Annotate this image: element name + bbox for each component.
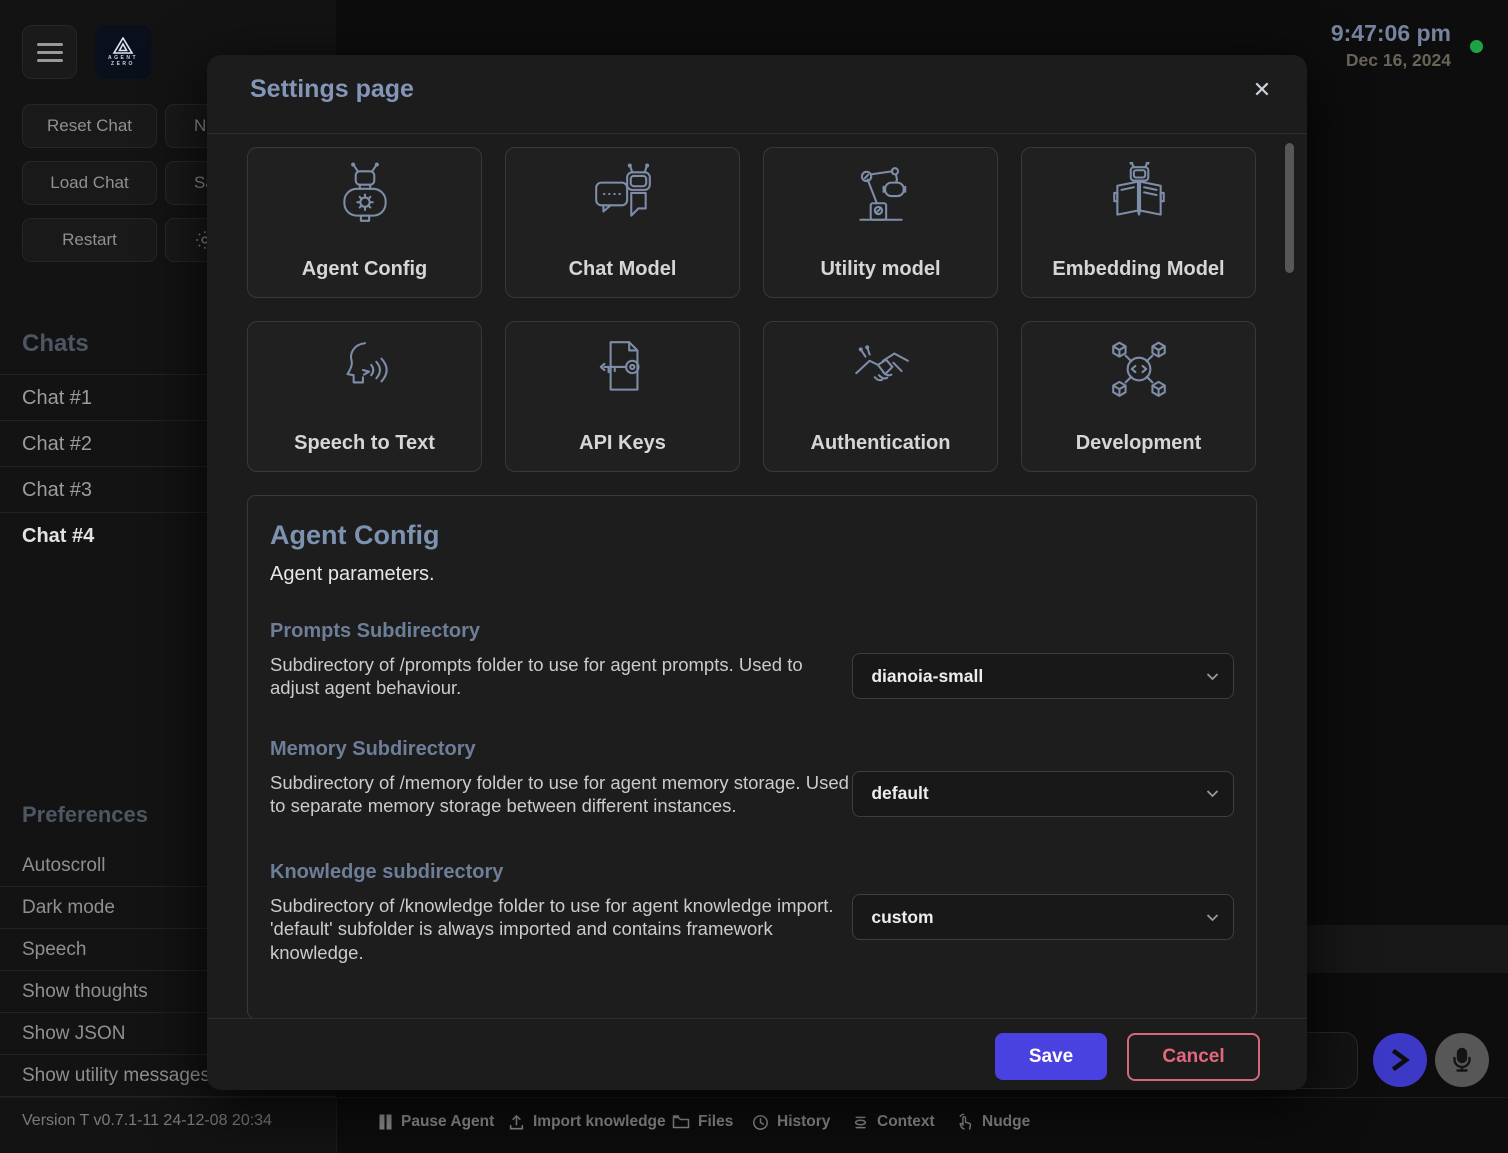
section-subtitle: Agent parameters.: [270, 563, 1234, 586]
card-chat-model[interactable]: Chat Model: [505, 147, 740, 298]
load-chat-button[interactable]: Load Chat: [22, 161, 157, 205]
development-icon: [1106, 336, 1172, 402]
card-utility-model[interactable]: Utility model: [763, 147, 998, 298]
clock-date: Dec 16, 2024: [1331, 50, 1451, 71]
modal-title: Settings page: [250, 75, 414, 104]
field-description: Subdirectory of /memory folder to use fo…: [270, 771, 852, 818]
card-label: Chat Model: [569, 258, 677, 281]
agent-config-section: Agent Config Agent parameters. Prompts S…: [247, 495, 1257, 1019]
prompts-subdirectory-select[interactable]: dianoia-small: [852, 653, 1234, 699]
reset-chat-button[interactable]: Reset Chat: [22, 104, 157, 148]
pause-icon: [378, 1114, 393, 1130]
field-prompts-subdirectory: Prompts Subdirectory Subdirectory of /pr…: [270, 620, 1234, 700]
hamburger-menu-button[interactable]: [22, 25, 77, 79]
pause-agent-button[interactable]: Pause Agent: [378, 1110, 494, 1134]
save-button[interactable]: Save: [995, 1033, 1107, 1080]
clock-time: 9:47:06 pm: [1331, 20, 1451, 47]
card-label: API Keys: [579, 432, 666, 455]
card-label: Speech to Text: [294, 432, 435, 455]
card-embedding-model[interactable]: Embedding Model: [1021, 147, 1256, 298]
files-button[interactable]: Files: [672, 1110, 733, 1134]
card-api-keys[interactable]: API Keys: [505, 321, 740, 472]
upload-icon: [508, 1114, 525, 1131]
memory-subdirectory-select[interactable]: default: [852, 771, 1234, 817]
folder-icon: [672, 1114, 690, 1130]
agent-zero-logo: AGENT ZERO: [95, 25, 151, 79]
card-label: Embedding Model: [1052, 258, 1224, 281]
import-knowledge-button[interactable]: Import knowledge: [508, 1110, 666, 1134]
chat-model-icon: [590, 162, 656, 228]
chats-header: Chats: [22, 330, 89, 358]
card-label: Development: [1076, 432, 1202, 455]
version-label: Version T v0.7.1-11 24-12-08 20:34: [22, 1112, 272, 1130]
field-knowledge-subdirectory: Knowledge subdirectory Subdirectory of /…: [270, 861, 1234, 964]
field-description: Subdirectory of /knowledge folder to use…: [270, 894, 852, 964]
authentication-icon: [848, 336, 914, 402]
field-memory-subdirectory: Memory Subdirectory Subdirectory of /mem…: [270, 738, 1234, 818]
card-authentication[interactable]: Authentication: [763, 321, 998, 472]
preferences-header: Preferences: [22, 802, 148, 828]
cancel-button[interactable]: Cancel: [1127, 1033, 1260, 1081]
clock: 9:47:06 pm Dec 16, 2024: [1331, 20, 1451, 71]
modal-footer-divider: [207, 1018, 1307, 1019]
toolbar-divider: [0, 1097, 1508, 1098]
field-label: Knowledge subdirectory: [270, 861, 1234, 884]
agent-config-icon: [332, 162, 398, 228]
field-label: Memory Subdirectory: [270, 738, 1234, 761]
close-icon[interactable]: ✕: [1247, 75, 1277, 105]
chevron-down-icon: [1206, 672, 1219, 681]
embedding-model-icon: [1106, 162, 1172, 228]
api-keys-icon: [590, 336, 656, 402]
logo-text-line2: ZERO: [111, 61, 135, 67]
knowledge-subdirectory-select[interactable]: custom: [852, 894, 1234, 940]
card-label: Utility model: [820, 258, 940, 281]
nudge-button[interactable]: Nudge: [956, 1110, 1030, 1134]
field-description: Subdirectory of /prompts folder to use f…: [270, 653, 852, 700]
settings-modal: Settings page ✕ Agent Config: [207, 55, 1307, 1090]
chevron-down-icon: [1206, 789, 1219, 798]
card-speech-to-text[interactable]: Speech to Text: [247, 321, 482, 472]
context-button[interactable]: Context: [852, 1110, 935, 1134]
logo-triangle-icon: [112, 37, 134, 55]
card-label: Authentication: [811, 432, 951, 455]
microphone-icon: [1448, 1046, 1476, 1074]
chevron-down-icon: [1206, 913, 1219, 922]
restart-button[interactable]: Restart: [22, 218, 157, 262]
context-icon: [852, 1114, 869, 1131]
utility-model-icon: [848, 162, 914, 228]
hamburger-icon: [37, 43, 63, 46]
card-agent-config[interactable]: Agent Config: [247, 147, 482, 298]
send-arrow-icon: [1387, 1047, 1413, 1073]
section-title: Agent Config: [270, 520, 1234, 551]
card-label: Agent Config: [302, 258, 428, 281]
modal-header-divider: [207, 133, 1307, 134]
modal-scrollbar[interactable]: [1285, 143, 1294, 273]
status-online-dot: [1470, 40, 1483, 53]
field-label: Prompts Subdirectory: [270, 620, 1234, 643]
toolbar-divider-vertical: [336, 1097, 337, 1153]
send-button[interactable]: [1373, 1033, 1427, 1087]
speech-to-text-icon: [332, 336, 398, 402]
card-development[interactable]: Development: [1021, 321, 1256, 472]
nudge-icon: [956, 1113, 974, 1131]
history-icon: [752, 1114, 769, 1131]
history-button[interactable]: History: [752, 1110, 830, 1134]
microphone-button[interactable]: [1435, 1033, 1489, 1087]
